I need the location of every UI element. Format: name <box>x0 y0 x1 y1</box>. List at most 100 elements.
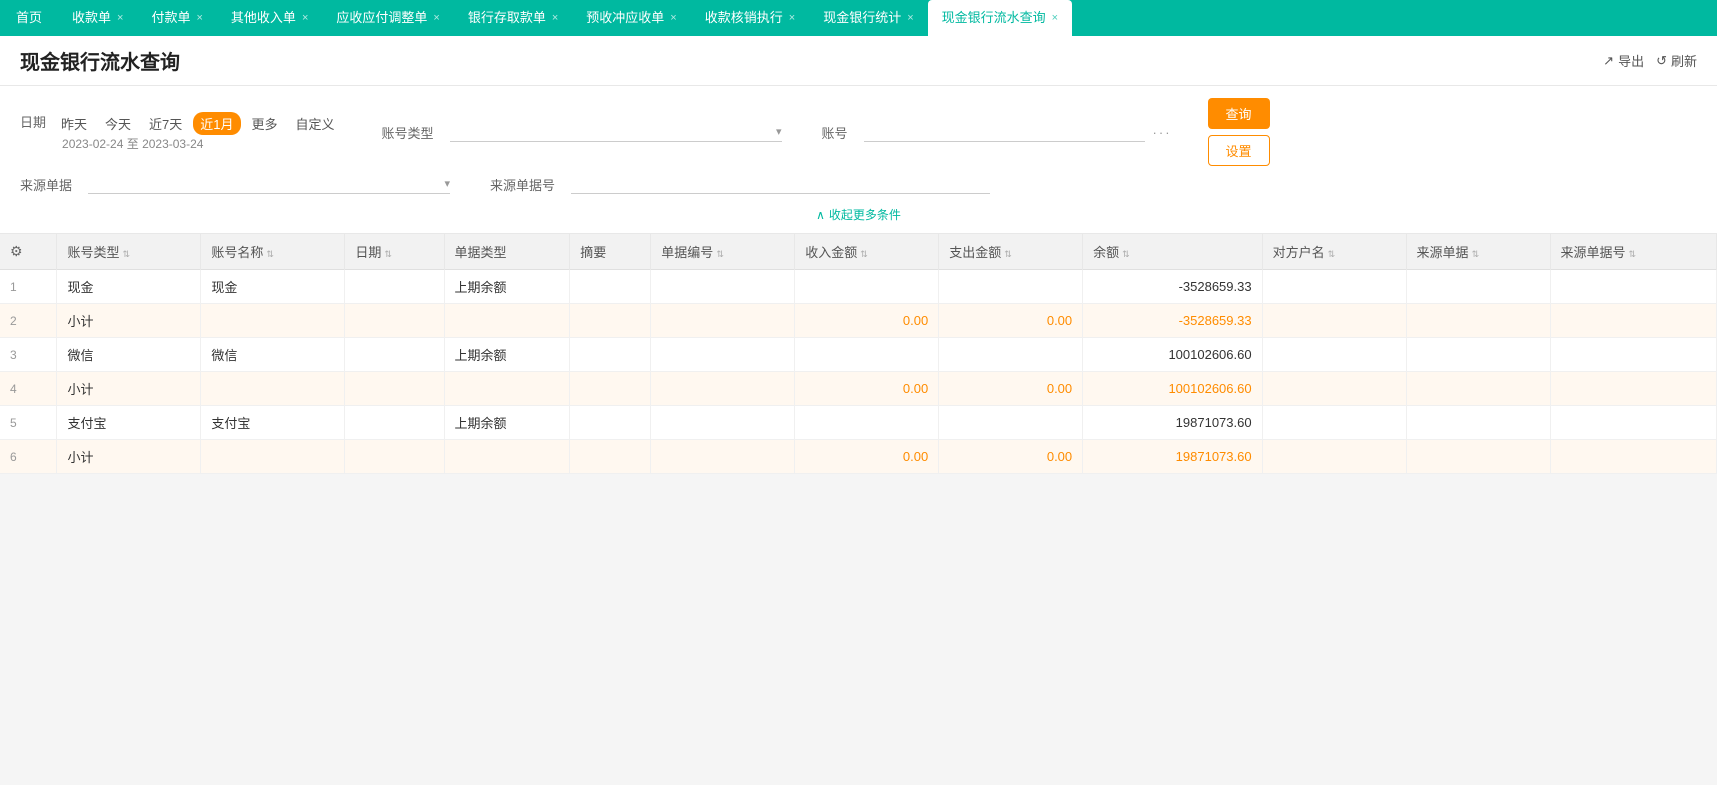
cell-date <box>345 270 444 304</box>
source-doc-select-wrapper[interactable]: ▾ <box>88 174 450 194</box>
cell-balance: 100102606.60 <box>1083 372 1262 406</box>
gear-icon[interactable]: ⚙ <box>10 243 23 259</box>
source-doc-no-filter: 来源单据号 <box>490 174 990 194</box>
account-input[interactable] <box>864 122 1145 142</box>
cell-account_name: 微信 <box>201 338 345 372</box>
nav-tab-现金银行统计[interactable]: 现金银行统计× <box>809 0 927 36</box>
cell-date <box>345 372 444 406</box>
table-row: 5支付宝支付宝上期余额19871073.60 <box>0 406 1717 440</box>
cell-expense <box>939 338 1083 372</box>
date-opt-今天[interactable]: 今天 <box>98 112 138 135</box>
cell-doc_no <box>651 304 795 338</box>
cell-counterparty <box>1262 270 1406 304</box>
cell-income <box>795 270 939 304</box>
account-type-select-wrapper[interactable]: ▾ <box>450 122 782 142</box>
sort-icon-source_doc: ⇅ <box>1472 249 1480 259</box>
header-actions: ↗ 导出 ↺ 刷新 <box>1603 51 1697 70</box>
cell-doc_type <box>444 440 570 474</box>
filter-row-2: 来源单据 ▾ 来源单据号 <box>20 174 1697 194</box>
cell-expense: 0.00 <box>939 372 1083 406</box>
sort-icon-counterparty: ⇅ <box>1328 249 1336 259</box>
cell-doc_no <box>651 440 795 474</box>
collapse-label: 收起更多条件 <box>829 206 901 223</box>
sort-icon-expense: ⇅ <box>1004 249 1012 259</box>
query-button[interactable]: 查询 <box>1208 98 1270 129</box>
export-button[interactable]: ↗ 导出 <box>1603 51 1644 70</box>
tab-close-icon[interactable]: × <box>552 0 558 36</box>
tab-close-icon[interactable]: × <box>907 0 913 36</box>
col-source_doc[interactable]: 来源单据⇅ <box>1406 234 1550 270</box>
col-balance[interactable]: 余额⇅ <box>1083 234 1262 270</box>
date-opt-更多[interactable]: 更多 <box>245 112 285 135</box>
date-opt-近7天[interactable]: 近7天 <box>142 112 189 135</box>
cell-summary <box>570 270 651 304</box>
tab-close-icon[interactable]: × <box>789 0 795 36</box>
nav-tab-付款单[interactable]: 付款单× <box>137 0 216 36</box>
cell-date <box>345 440 444 474</box>
cell-summary <box>570 406 651 440</box>
source-doc-no-input[interactable] <box>571 174 990 194</box>
tab-close-icon[interactable]: × <box>196 0 202 36</box>
action-buttons: 查询 设置 <box>1208 98 1270 166</box>
source-doc-no-label: 来源单据号 <box>490 175 555 194</box>
cell-expense: 0.00 <box>939 440 1083 474</box>
nav-tab-收款单[interactable]: 收款单× <box>58 0 137 36</box>
cell-income <box>795 338 939 372</box>
cell-doc_type: 上期余额 <box>444 406 570 440</box>
account-type-label: 账号类型 <box>382 123 434 142</box>
nav-tab-预收冲应收单[interactable]: 预收冲应收单× <box>572 0 690 36</box>
tab-close-icon[interactable]: × <box>1052 0 1058 36</box>
cell-counterparty <box>1262 440 1406 474</box>
col-account_type[interactable]: 账号类型⇅ <box>57 234 201 270</box>
cell-date <box>345 304 444 338</box>
cell-account_type: 支付宝 <box>57 406 201 440</box>
account-type-input[interactable] <box>450 122 776 141</box>
cell-doc_no <box>651 338 795 372</box>
tab-close-icon[interactable]: × <box>117 0 123 36</box>
cell-account_name: 现金 <box>201 270 345 304</box>
date-opt-近1月[interactable]: 近1月 <box>193 112 240 135</box>
table-row: 2小计0.000.00-3528659.33 <box>0 304 1717 338</box>
sort-icon-source_doc_no: ⇅ <box>1629 249 1637 259</box>
tab-close-icon[interactable]: × <box>670 0 676 36</box>
cell-summary <box>570 304 651 338</box>
collapse-icon: ∧ <box>816 208 825 222</box>
cell-doc_no <box>651 270 795 304</box>
col-doc_no[interactable]: 单据编号⇅ <box>651 234 795 270</box>
nav-tab-收款核销执行[interactable]: 收款核销执行× <box>691 0 809 36</box>
refresh-button[interactable]: ↺ 刷新 <box>1656 51 1697 70</box>
cell-account_type: 微信 <box>57 338 201 372</box>
col-counterparty[interactable]: 对方户名⇅ <box>1262 234 1406 270</box>
col-income[interactable]: 收入金额⇅ <box>795 234 939 270</box>
collapse-bar[interactable]: ∧ 收起更多条件 <box>20 202 1697 225</box>
row-num: 1 <box>0 270 57 304</box>
cell-balance: -3528659.33 <box>1083 270 1262 304</box>
col-source_doc_no[interactable]: 来源单据号⇅ <box>1550 234 1717 270</box>
table-row: 3微信微信上期余额100102606.60 <box>0 338 1717 372</box>
nav-tab-其他收入单[interactable]: 其他收入单× <box>217 0 322 36</box>
cell-source_doc <box>1406 270 1550 304</box>
cell-balance: -3528659.33 <box>1083 304 1262 338</box>
filter-row-1: 日期 昨天今天近7天近1月更多自定义 2023-02-24 至 2023-03-… <box>20 98 1697 166</box>
nav-tab-应收应付调整单[interactable]: 应收应付调整单× <box>322 0 453 36</box>
col-expense[interactable]: 支出金额⇅ <box>939 234 1083 270</box>
tab-close-icon[interactable]: × <box>433 0 439 36</box>
nav-tab-银行存取款单[interactable]: 银行存取款单× <box>454 0 572 36</box>
col-date[interactable]: 日期⇅ <box>345 234 444 270</box>
cell-source_doc_no <box>1550 304 1717 338</box>
nav-tab-现金银行流水查询[interactable]: 现金银行流水查询× <box>928 0 1072 36</box>
table-container: ⚙账号类型⇅账号名称⇅日期⇅单据类型摘要单据编号⇅收入金额⇅支出金额⇅余额⇅对方… <box>0 234 1717 474</box>
nav-home[interactable]: 首页 <box>0 0 58 36</box>
account-more-icon[interactable]: ··· <box>1153 125 1172 140</box>
settings-button[interactable]: 设置 <box>1208 135 1270 166</box>
cell-source_doc <box>1406 440 1550 474</box>
cell-account_name: 支付宝 <box>201 406 345 440</box>
source-doc-label: 来源单据 <box>20 175 72 194</box>
date-opt-昨天[interactable]: 昨天 <box>54 112 94 135</box>
table-row: 1现金现金上期余额-3528659.33 <box>0 270 1717 304</box>
cell-counterparty <box>1262 406 1406 440</box>
source-doc-input[interactable] <box>88 174 444 193</box>
date-opt-自定义[interactable]: 自定义 <box>289 112 342 135</box>
tab-close-icon[interactable]: × <box>302 0 308 36</box>
col-account_name[interactable]: 账号名称⇅ <box>201 234 345 270</box>
